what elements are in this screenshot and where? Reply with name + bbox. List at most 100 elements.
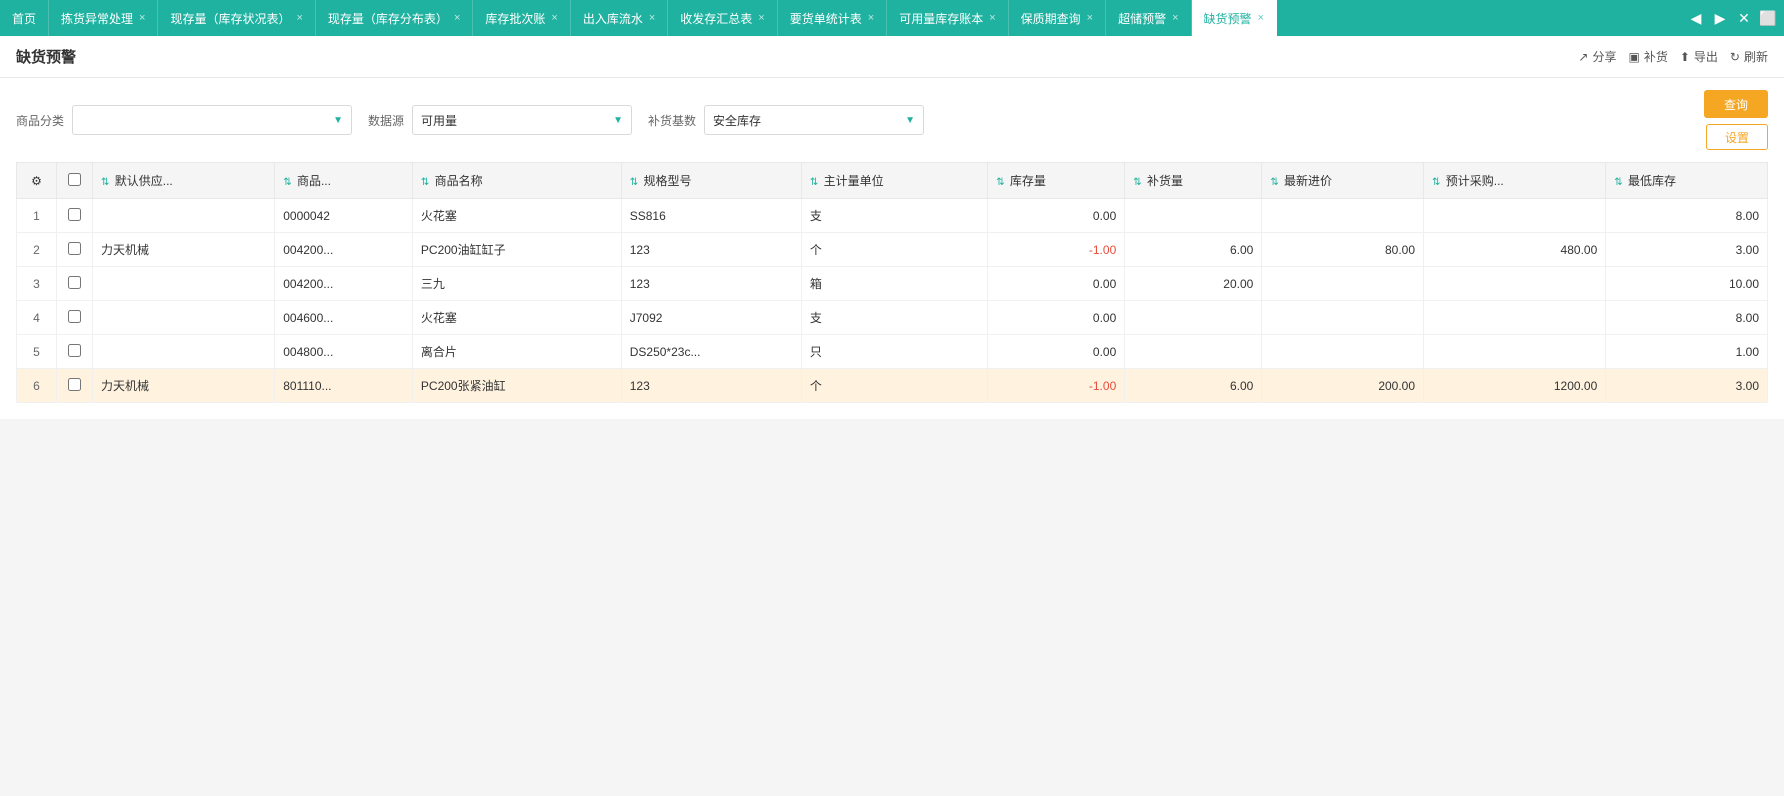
row-unit-1: 支 (801, 199, 987, 233)
replenish-action[interactable]: ▣ 补货 (1628, 48, 1667, 65)
col-spec[interactable]: ⇅ 规格型号 (621, 163, 801, 199)
tab-stock-status[interactable]: 现存量（库存状况表） × (158, 0, 315, 36)
tab-close-stock-status[interactable]: × (296, 12, 302, 24)
col-code[interactable]: ⇅ 商品... (275, 163, 413, 199)
table-row: 5 004800... 离合片 DS250*23c... 只 0.00 1.00 (17, 335, 1768, 369)
col-supplier[interactable]: ⇅ 默认供应... (93, 163, 275, 199)
tab-recv-summary[interactable]: 收发存汇总表 × (668, 0, 777, 36)
tab-overstock[interactable]: 超储预警 × (1106, 0, 1191, 36)
row-checkbox-5[interactable] (68, 344, 81, 357)
tab-close-avail[interactable]: × (989, 12, 995, 24)
row-num-1: 1 (17, 199, 57, 233)
query-button[interactable]: 查询 (1704, 90, 1768, 118)
row-checkbox-2[interactable] (68, 242, 81, 255)
row-num-4: 4 (17, 301, 57, 335)
col-name[interactable]: ⇅ 商品名称 (412, 163, 621, 199)
export-action[interactable]: ⬆ 导出 (1680, 48, 1718, 65)
shortage-table: ⚙ ⇅ 默认供应... ⇅ 商品... (16, 162, 1768, 403)
col-gear[interactable]: ⚙ (17, 163, 57, 199)
share-action[interactable]: ↗ 分享 (1578, 48, 1616, 65)
tab-close-recv[interactable]: × (758, 12, 764, 24)
row-last-price-3 (1262, 267, 1424, 301)
select-all-checkbox[interactable] (68, 173, 81, 186)
row-spec-5: DS250*23c... (621, 335, 801, 369)
row-checkbox-3[interactable] (68, 276, 81, 289)
row-min-stock-1: 8.00 (1606, 199, 1768, 233)
row-name-2: PC200油缸缸子 (412, 233, 621, 267)
row-unit-6: 个 (801, 369, 987, 403)
row-checkbox-cell-3 (57, 267, 93, 301)
row-est-purchase-4 (1424, 301, 1606, 335)
row-checkbox-6[interactable] (68, 378, 81, 391)
tab-close-stock-dist[interactable]: × (454, 12, 460, 24)
replenish-sort-icon: ⇅ (1133, 177, 1141, 188)
tab-next-button[interactable]: ▶ (1708, 6, 1732, 30)
tab-inout-flow[interactable]: 出入库流水 × (571, 0, 668, 36)
category-select[interactable]: ▼ (72, 105, 352, 135)
tab-abnormal[interactable]: 拣货异常处理 × (49, 0, 158, 36)
last-price-sort-icon: ⇅ (1270, 177, 1278, 188)
tab-prev-button[interactable]: ◀ (1684, 6, 1708, 30)
row-min-stock-3: 10.00 (1606, 267, 1768, 301)
col-checkbox (57, 163, 93, 199)
row-name-1: 火花塞 (412, 199, 621, 233)
tab-demand-stat[interactable]: 要货单统计表 × (778, 0, 887, 36)
row-code-1: 0000042 (275, 199, 413, 233)
datasource-select-value: 可用量 (421, 112, 457, 129)
row-stock-3: 0.00 (988, 267, 1125, 301)
row-code-4: 004600... (275, 301, 413, 335)
replenish-icon: ▣ (1628, 50, 1639, 64)
refresh-action[interactable]: ↻ 刷新 (1730, 48, 1768, 65)
tab-shortage[interactable]: 缺货预警 × (1192, 0, 1277, 36)
tab-close-shortage[interactable]: × (1258, 12, 1264, 24)
tab-close-all-button[interactable]: ✕ (1732, 6, 1756, 30)
row-checkbox-1[interactable] (68, 208, 81, 221)
row-code-3: 004200... (275, 267, 413, 301)
tab-close-batch[interactable]: × (551, 12, 557, 24)
tab-close-demand[interactable]: × (868, 12, 874, 24)
row-replenish-4 (1125, 301, 1262, 335)
page-title: 缺货预警 (16, 46, 76, 67)
tab-stock-dist[interactable]: 现存量（库存分布表） × (316, 0, 473, 36)
spec-sort-icon: ⇅ (630, 177, 638, 188)
tab-batch[interactable]: 库存批次账 × (473, 0, 570, 36)
row-num-3: 3 (17, 267, 57, 301)
replenish-label: 补货 (1644, 48, 1668, 65)
row-supplier-2: 力天机械 (93, 233, 275, 267)
datasource-select[interactable]: 可用量 ▼ (412, 105, 632, 135)
col-min-stock[interactable]: ⇅ 最低库存 (1606, 163, 1768, 199)
tab-home[interactable]: 首页 (0, 0, 49, 36)
replenish-base-select[interactable]: 安全库存 ▼ (704, 105, 924, 135)
row-supplier-1 (93, 199, 275, 233)
tab-maximize-button[interactable]: ⬜ (1756, 6, 1780, 30)
row-replenish-3: 20.00 (1125, 267, 1262, 301)
row-stock-1: 0.00 (988, 199, 1125, 233)
row-last-price-1 (1262, 199, 1424, 233)
col-replenish[interactable]: ⇅ 补货量 (1125, 163, 1262, 199)
share-label: 分享 (1592, 48, 1616, 65)
row-supplier-6: 力天机械 (93, 369, 275, 403)
settings-button[interactable]: 设置 (1706, 124, 1768, 150)
col-unit[interactable]: ⇅ 主计量单位 (801, 163, 987, 199)
col-stock[interactable]: ⇅ 库存量 (988, 163, 1125, 199)
supplier-sort-icon: ⇅ (101, 177, 109, 188)
tab-close-overstock[interactable]: × (1172, 12, 1178, 24)
row-code-5: 004800... (275, 335, 413, 369)
tab-nav-buttons: ◀ ▶ ✕ ⬜ (1680, 6, 1784, 30)
row-replenish-1 (1125, 199, 1262, 233)
table-row: 6 力天机械 801110... PC200张紧油缸 123 个 -1.00 6… (17, 369, 1768, 403)
tab-close-inout[interactable]: × (649, 12, 655, 24)
row-est-purchase-3 (1424, 267, 1606, 301)
tab-close-abnormal[interactable]: × (139, 12, 145, 24)
code-sort-icon: ⇅ (283, 177, 291, 188)
table-row: 4 004600... 火花塞 J7092 支 0.00 8.00 (17, 301, 1768, 335)
tab-bar: 首页 拣货异常处理 × 现存量（库存状况表） × 现存量（库存分布表） × 库存… (0, 0, 1784, 36)
tab-expiry[interactable]: 保质期查询 × (1009, 0, 1106, 36)
row-checkbox-4[interactable] (68, 310, 81, 323)
col-last-price[interactable]: ⇅ 最新进价 (1262, 163, 1424, 199)
col-est-purchase[interactable]: ⇅ 预计采购... (1424, 163, 1606, 199)
share-icon: ↗ (1578, 50, 1588, 64)
tab-close-expiry[interactable]: × (1087, 12, 1093, 24)
tab-avail-ledger[interactable]: 可用量库存账本 × (887, 0, 1008, 36)
filter-bar: 商品分类 ▼ 数据源 可用量 ▼ 补货基数 安全库存 ▼ 查询 设置 (0, 78, 1784, 162)
